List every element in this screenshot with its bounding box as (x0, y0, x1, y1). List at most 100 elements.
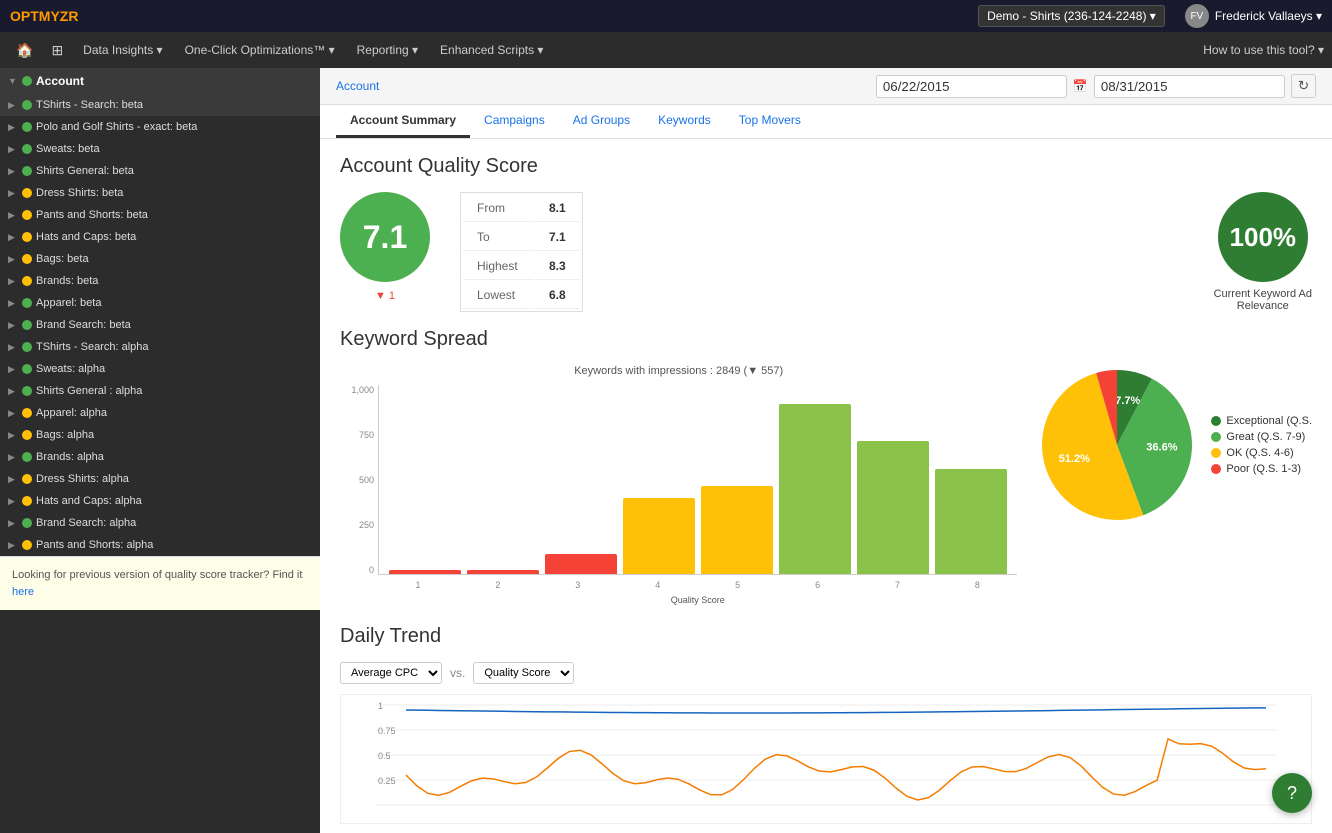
expand-arrow: ▶ (8, 254, 18, 265)
sidebar-item-label: Brands: alpha (36, 451, 104, 463)
date-from-input[interactable] (876, 75, 1067, 98)
sidebar-account-item[interactable]: ▼ Account (0, 68, 320, 94)
relevance-circle: 100% (1218, 192, 1308, 282)
campaign-status-dot (22, 298, 32, 308)
arrow-icon: ▼ (8, 76, 18, 86)
qs-table-row: To7.1 (463, 224, 580, 251)
sidebar-item[interactable]: ▶ Bags: beta (0, 248, 320, 270)
sidebar-item[interactable]: ▶ Brands: beta (0, 270, 320, 292)
qs-label: From (463, 195, 533, 222)
sidebar-item[interactable]: ▶ Bags: alpha (0, 424, 320, 446)
sidebar-item[interactable]: ▶ Pants and Shorts: beta (0, 204, 320, 226)
quality-score-section: Account Quality Score 7.1 ▼ 1 From8.1To7… (320, 139, 1332, 328)
sidebar-item-label: Sweats: alpha (36, 363, 105, 375)
qs-value: 8.1 (535, 195, 580, 222)
tab-keywords[interactable]: Keywords (644, 105, 725, 138)
sidebar-item[interactable]: ▶ Apparel: alpha (0, 402, 320, 424)
grid-icon[interactable]: ⊞ (43, 42, 71, 59)
note-link[interactable]: here (12, 586, 34, 598)
user-name[interactable]: Frederick Vallaeys ▾ (1215, 9, 1322, 23)
nav-reporting[interactable]: Reporting ▾ (347, 32, 428, 68)
qs-table-row: Lowest6.8 (463, 282, 580, 309)
expand-arrow: ▶ (8, 166, 18, 177)
nav-enhanced-scripts[interactable]: Enhanced Scripts ▾ (430, 32, 553, 68)
sidebar-item[interactable]: ▶ Pants and Shorts: alpha (0, 534, 320, 556)
expand-arrow: ▶ (8, 474, 18, 485)
trend-metric2-select[interactable]: Quality Score (473, 662, 574, 684)
trend-metric1-select[interactable]: Average CPC (340, 662, 442, 684)
relevance-pct: 100% (1230, 222, 1297, 253)
sidebar-item[interactable]: ▶ Dress Shirts: alpha (0, 468, 320, 490)
main-layout: ▼ Account ▶ TShirts - Search: beta▶ Polo… (0, 68, 1332, 833)
bar (545, 554, 617, 574)
legend-label: Exceptional (Q.S. (1226, 415, 1312, 427)
date-to-input[interactable] (1094, 75, 1285, 98)
expand-arrow: ▶ (8, 298, 18, 309)
campaign-status-dot (22, 540, 32, 550)
campaign-status-dot (22, 430, 32, 440)
sidebar-item-label: Pants and Shorts: alpha (36, 539, 153, 551)
demo-selector[interactable]: Demo - Shirts (236-124-2248) ▾ (978, 5, 1165, 27)
expand-arrow: ▶ (8, 122, 18, 133)
chart-title: Keywords with impressions : 2849 (▼ 557) (340, 365, 1017, 377)
sidebar-item[interactable]: ▶ Brand Search: beta (0, 314, 320, 336)
sidebar-item[interactable]: ▶ Polo and Golf Shirts - exact: beta (0, 116, 320, 138)
expand-arrow: ▶ (8, 320, 18, 331)
tab-account-summary[interactable]: Account Summary (336, 105, 470, 138)
legend-item: Exceptional (Q.S. (1211, 415, 1312, 427)
qs-label: Highest (463, 253, 533, 280)
sidebar-item-label: Hats and Caps: alpha (36, 495, 142, 507)
bar (857, 441, 929, 574)
logo: OPTMYZR (10, 8, 78, 24)
sidebar-item[interactable]: ▶ Dress Shirts: beta (0, 182, 320, 204)
chat-button[interactable]: ? (1272, 773, 1312, 813)
qs-value: 8.3 (535, 253, 580, 280)
expand-arrow: ▶ (8, 188, 18, 199)
y-axis-labels: 1,0007505002500 (340, 385, 378, 575)
bar (701, 486, 773, 574)
content-header: Account 📅 ↻ (320, 68, 1332, 105)
sidebar-item[interactable]: ▶ Apparel: beta (0, 292, 320, 314)
sidebar-item[interactable]: ▶ Sweats: alpha (0, 358, 320, 380)
expand-arrow: ▶ (8, 232, 18, 243)
sidebar-item[interactable]: ▶ Shirts General: beta (0, 160, 320, 182)
qs-table-row: From8.1 (463, 195, 580, 222)
sidebar-item[interactable]: ▶ Brands: alpha (0, 446, 320, 468)
tab-ad-groups[interactable]: Ad Groups (559, 105, 644, 138)
sidebar-item[interactable]: ▶ TShirts - Search: beta (0, 94, 320, 116)
tab-top-movers[interactable]: Top Movers (725, 105, 815, 138)
sidebar-item[interactable]: ▶ Hats and Caps: alpha (0, 490, 320, 512)
sidebar-item[interactable]: ▶ Hats and Caps: beta (0, 226, 320, 248)
campaign-status-dot (22, 452, 32, 462)
nav-one-click[interactable]: One-Click Optimizations™ ▾ (175, 32, 345, 68)
bar (623, 498, 695, 575)
bar (935, 469, 1007, 574)
sidebar-item[interactable]: ▶ Shirts General : alpha (0, 380, 320, 402)
sidebar-item[interactable]: ▶ Brand Search: alpha (0, 512, 320, 534)
sidebar-item[interactable]: ▶ TShirts - Search: alpha (0, 336, 320, 358)
tabs-bar: Account SummaryCampaignsAd GroupsKeyword… (320, 105, 1332, 139)
vs-label: vs. (450, 666, 465, 680)
campaign-status-dot (22, 188, 32, 198)
qs-wrapper: 7.1 ▼ 1 From8.1To7.1Highest8.3Lowest6.8 … (340, 192, 1312, 312)
expand-arrow: ▶ (8, 408, 18, 419)
expand-arrow: ▶ (8, 496, 18, 507)
campaign-status-dot (22, 276, 32, 286)
daily-trend-section: Daily Trend Average CPC vs. Quality Scor… (320, 621, 1332, 833)
tab-campaigns[interactable]: Campaigns (470, 105, 559, 138)
refresh-button[interactable]: ↻ (1291, 74, 1316, 98)
note-box: Looking for previous version of quality … (0, 556, 320, 610)
keyword-spread-layout: Keywords with impressions : 2849 (▼ 557)… (340, 365, 1312, 605)
sidebar-account-label: Account (36, 74, 84, 88)
sidebar-item-label: Brands: beta (36, 275, 98, 287)
home-icon[interactable]: 🏠 (8, 42, 41, 59)
nav-data-insights[interactable]: Data Insights ▾ (73, 32, 172, 68)
sidebar-item-label: Brand Search: alpha (36, 517, 136, 529)
sidebar-item[interactable]: ▶ Sweats: beta (0, 138, 320, 160)
sidebar-item-label: Sweats: beta (36, 143, 100, 155)
bar-chart-wrapper: 1,0007505002500 12345678 Quality Score (340, 385, 1017, 605)
nav-help[interactable]: How to use this tool? ▾ (1203, 43, 1324, 57)
campaign-status-dot (22, 254, 32, 264)
y-label: 0.5 (378, 751, 391, 761)
relevance-label: Current Keyword Ad Relevance (1214, 288, 1312, 312)
